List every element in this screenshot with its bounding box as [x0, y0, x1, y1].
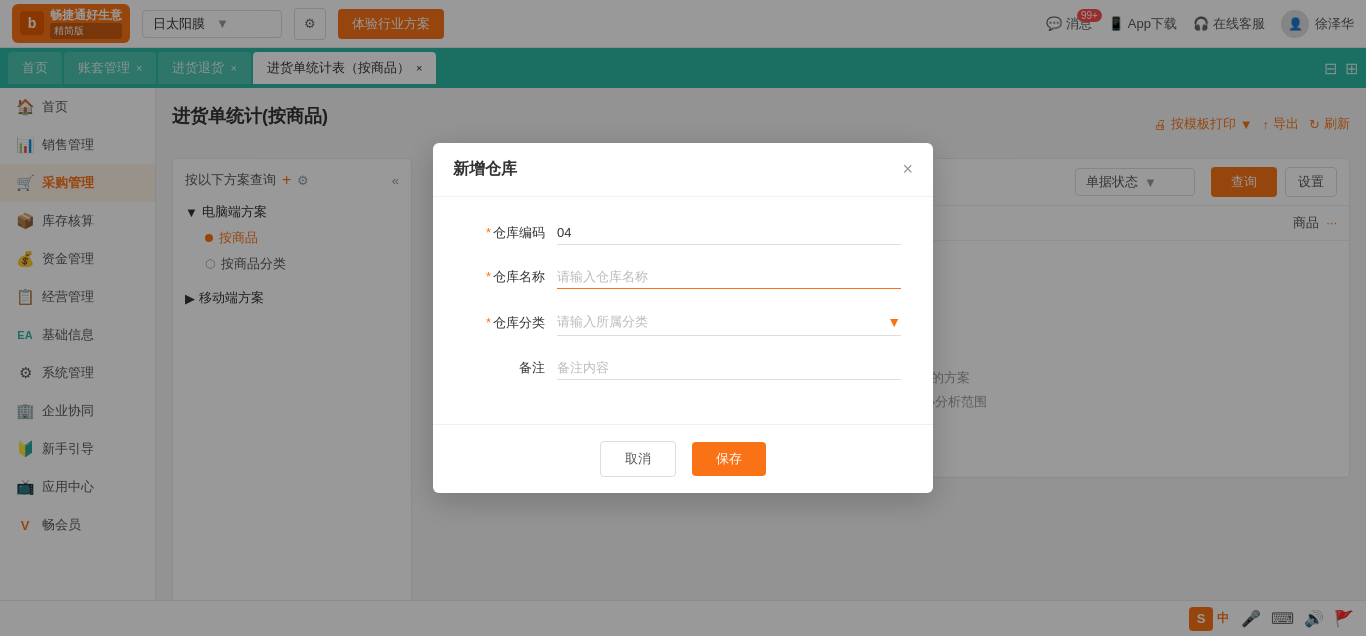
category-select[interactable]: 请输入所属分类 ▼ [557, 309, 901, 336]
modal-footer: 取消 保存 [433, 424, 933, 493]
form-row-code: *仓库编码 [465, 221, 901, 245]
modal-body: *仓库编码 *仓库名称 *仓库分类 请输入所属分类 ▼ [433, 197, 933, 424]
save-button[interactable]: 保存 [692, 442, 766, 476]
modal-close-button[interactable]: × [902, 159, 913, 180]
modal-title: 新增仓库 [453, 159, 517, 180]
form-row-remark: 备注 [465, 356, 901, 380]
required-mark-cat: * [486, 315, 491, 330]
required-mark-name: * [486, 269, 491, 284]
cancel-button[interactable]: 取消 [600, 441, 676, 477]
category-placeholder: 请输入所属分类 [557, 313, 648, 331]
form-row-category: *仓库分类 请输入所属分类 ▼ [465, 309, 901, 336]
code-label: *仓库编码 [465, 224, 545, 242]
modal-header: 新增仓库 × [433, 143, 933, 197]
form-row-name: *仓库名称 [465, 265, 901, 289]
code-input[interactable] [557, 221, 901, 245]
category-dropdown-arrow: ▼ [887, 314, 901, 330]
category-label: *仓库分类 [465, 314, 545, 332]
name-label: *仓库名称 [465, 268, 545, 286]
modal-overlay: 新增仓库 × *仓库编码 *仓库名称 *仓库分类 [0, 0, 1366, 636]
name-input[interactable] [557, 265, 901, 289]
required-mark: * [486, 225, 491, 240]
remark-input[interactable] [557, 356, 901, 380]
remark-label: 备注 [465, 359, 545, 377]
new-warehouse-modal: 新增仓库 × *仓库编码 *仓库名称 *仓库分类 [433, 143, 933, 493]
